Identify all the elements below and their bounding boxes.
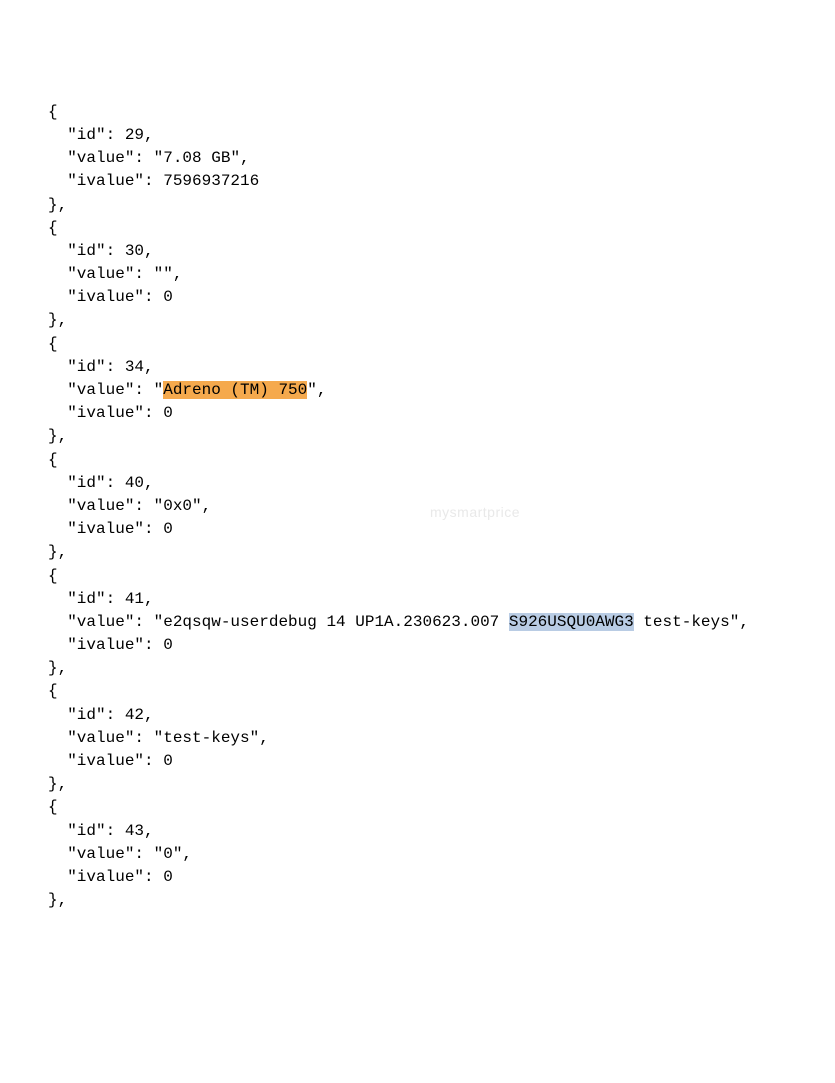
json-id-line: "id": 42, bbox=[48, 704, 835, 727]
json-value-line: "value": "", bbox=[48, 263, 835, 286]
json-object-open: { bbox=[48, 680, 835, 703]
json-id-line: "id": 40, bbox=[48, 472, 835, 495]
json-value-suffix: ", bbox=[230, 149, 249, 167]
json-value-text: 0x0 bbox=[163, 497, 192, 515]
json-object-close: }, bbox=[48, 657, 835, 680]
json-value-prefix: "value": " bbox=[48, 265, 163, 283]
json-ivalue-line: "ivalue": 0 bbox=[48, 866, 835, 889]
json-value-line: "value": "0", bbox=[48, 843, 835, 866]
json-value-line: "value": "test-keys", bbox=[48, 727, 835, 750]
json-id-line: "id": 30, bbox=[48, 240, 835, 263]
json-ivalue-line: "ivalue": 0 bbox=[48, 750, 835, 773]
json-ivalue-line: "ivalue": 0 bbox=[48, 634, 835, 657]
json-object-close: }, bbox=[48, 309, 835, 332]
json-value-suffix: ", bbox=[192, 497, 211, 515]
json-id-line: "id": 43, bbox=[48, 820, 835, 843]
json-value-line: "value": "e2qsqw-userdebug 14 UP1A.23062… bbox=[48, 611, 835, 634]
highlight-blue: S926USQU0AWG3 bbox=[509, 613, 634, 631]
json-object-open: { bbox=[48, 333, 835, 356]
json-value-suffix: ", bbox=[250, 729, 269, 747]
json-object-close: }, bbox=[48, 889, 835, 912]
json-object-close: }, bbox=[48, 541, 835, 564]
json-value-suffix: ", bbox=[163, 265, 182, 283]
json-object-open: { bbox=[48, 217, 835, 240]
json-value-suffix: test-keys", bbox=[634, 613, 749, 631]
json-id-line: "id": 34, bbox=[48, 356, 835, 379]
json-value-text: test-keys bbox=[163, 729, 249, 747]
json-value-line: "value": "7.08 GB", bbox=[48, 147, 835, 170]
json-object-close: }, bbox=[48, 773, 835, 796]
json-object-close: }, bbox=[48, 194, 835, 217]
json-ivalue-line: "ivalue": 7596937216 bbox=[48, 170, 835, 193]
json-code-block: { "id": 29, "value": "7.08 GB", "ivalue"… bbox=[48, 101, 835, 913]
json-object-open: { bbox=[48, 565, 835, 588]
json-id-line: "id": 41, bbox=[48, 588, 835, 611]
json-ivalue-line: "ivalue": 0 bbox=[48, 518, 835, 541]
json-value-suffix: ", bbox=[307, 381, 326, 399]
json-value-prefix: "value": " bbox=[48, 381, 163, 399]
json-value-prefix: "value": " bbox=[48, 729, 163, 747]
json-object-open: { bbox=[48, 796, 835, 819]
json-value-prefix: "value": " bbox=[48, 149, 163, 167]
json-value-line: "value": "Adreno (TM) 750", bbox=[48, 379, 835, 402]
json-value-prefix: "value": " bbox=[48, 845, 163, 863]
json-value-text: 0 bbox=[163, 845, 173, 863]
json-ivalue-line: "ivalue": 0 bbox=[48, 402, 835, 425]
json-value-prefix: "value": " bbox=[48, 613, 163, 631]
json-id-line: "id": 29, bbox=[48, 124, 835, 147]
json-value-text: e2qsqw-userdebug 14 UP1A.230623.007 bbox=[163, 613, 509, 631]
json-value-text: 7.08 GB bbox=[163, 149, 230, 167]
highlight-orange: Adreno (TM) 750 bbox=[163, 381, 307, 399]
json-value-line: "value": "0x0", bbox=[48, 495, 835, 518]
json-object-close: }, bbox=[48, 425, 835, 448]
json-ivalue-line: "ivalue": 0 bbox=[48, 286, 835, 309]
json-object-open: { bbox=[48, 449, 835, 472]
json-value-prefix: "value": " bbox=[48, 497, 163, 515]
json-value-suffix: ", bbox=[173, 845, 192, 863]
json-object-open: { bbox=[48, 101, 835, 124]
